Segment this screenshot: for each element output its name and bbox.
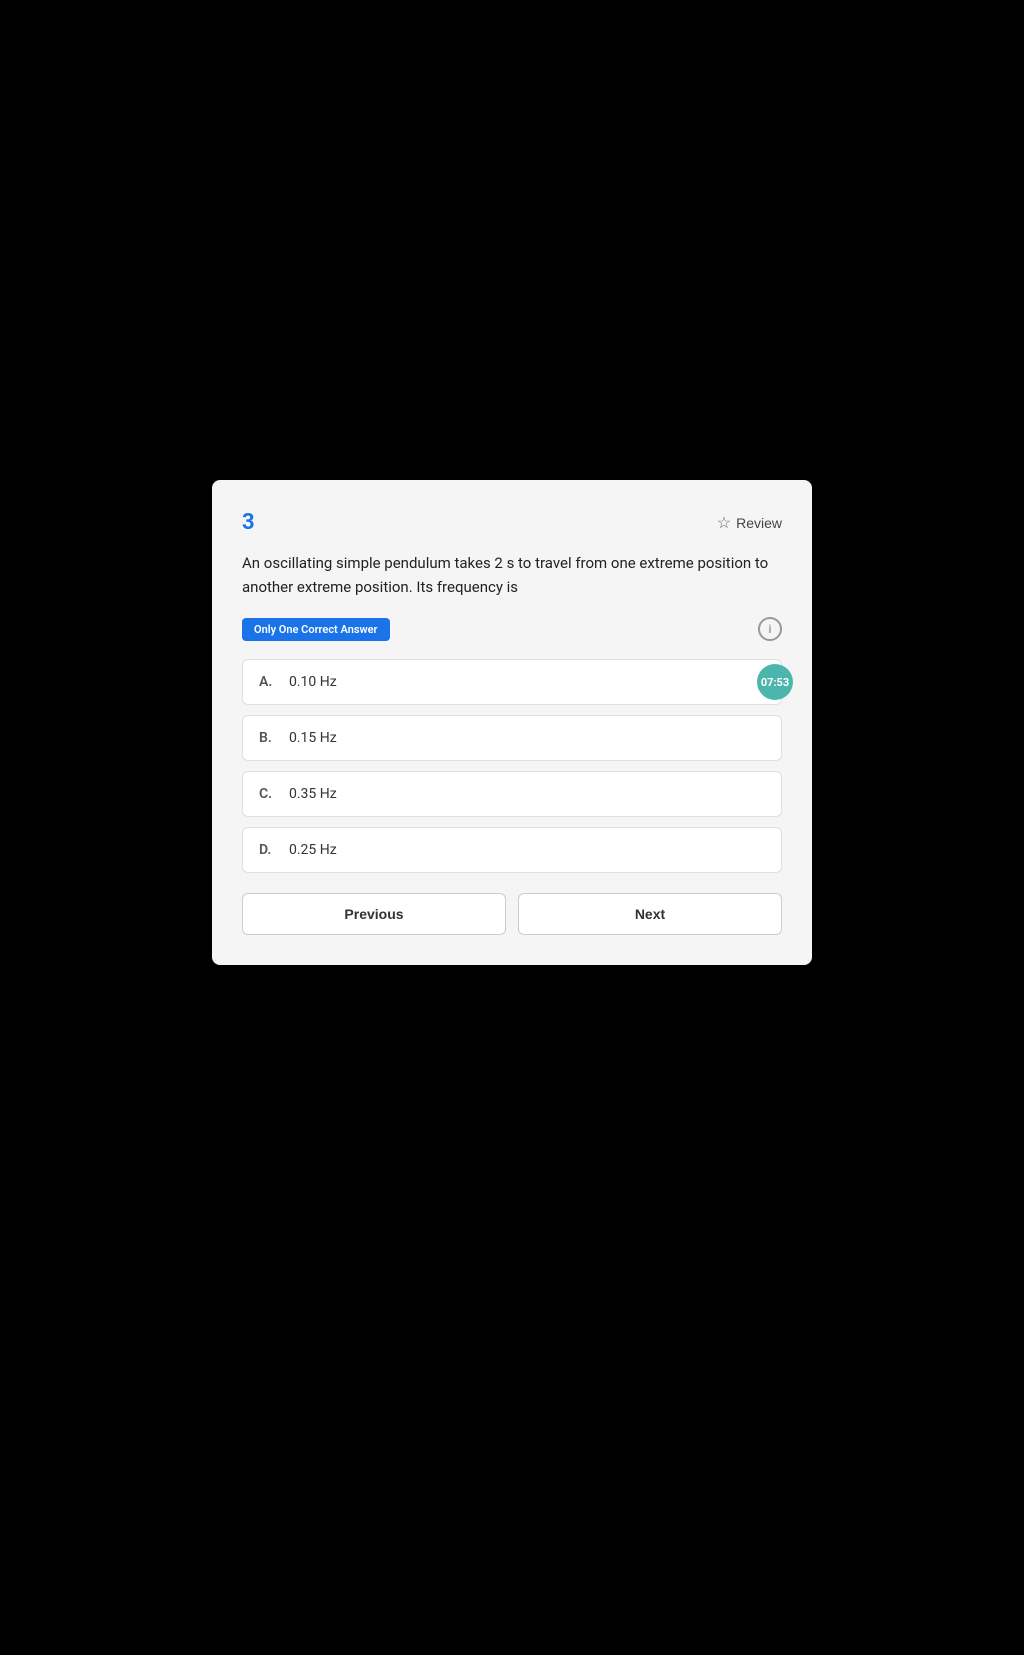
option-a-text: 0.10 Hz	[289, 674, 337, 690]
option-a[interactable]: A. 0.10 Hz 07:53	[242, 659, 782, 705]
option-c-label: C.	[259, 786, 279, 802]
info-icon[interactable]: i	[758, 617, 782, 641]
question-text: An oscillating simple pendulum takes 2 s…	[242, 551, 782, 599]
option-b-text: 0.15 Hz	[289, 730, 337, 746]
navigation-row: Previous Next	[242, 893, 782, 935]
screen-container: 3 ☆ Review An oscillating simple pendulu…	[0, 0, 1024, 1655]
answer-type-row: Only One Correct Answer i	[242, 617, 782, 641]
option-c[interactable]: C. 0.35 Hz	[242, 771, 782, 817]
option-c-text: 0.35 Hz	[289, 786, 337, 802]
options-container: A. 0.10 Hz 07:53 B. 0.15 Hz C. 0.35 Hz D…	[242, 659, 782, 873]
review-label: Review	[736, 515, 782, 531]
question-number: 3	[242, 510, 255, 535]
option-d-text: 0.25 Hz	[289, 842, 337, 858]
option-b-label: B.	[259, 730, 279, 746]
question-header: 3 ☆ Review	[242, 510, 782, 535]
option-a-label: A.	[259, 674, 279, 690]
timer-badge: 07:53	[757, 664, 793, 700]
quiz-card: 3 ☆ Review An oscillating simple pendulu…	[212, 480, 812, 965]
option-d[interactable]: D. 0.25 Hz	[242, 827, 782, 873]
answer-type-badge: Only One Correct Answer	[242, 618, 390, 641]
option-b[interactable]: B. 0.15 Hz	[242, 715, 782, 761]
star-icon: ☆	[717, 513, 731, 533]
previous-button[interactable]: Previous	[242, 893, 506, 935]
option-d-label: D.	[259, 842, 279, 858]
next-button[interactable]: Next	[518, 893, 782, 935]
review-button[interactable]: ☆ Review	[717, 513, 782, 533]
